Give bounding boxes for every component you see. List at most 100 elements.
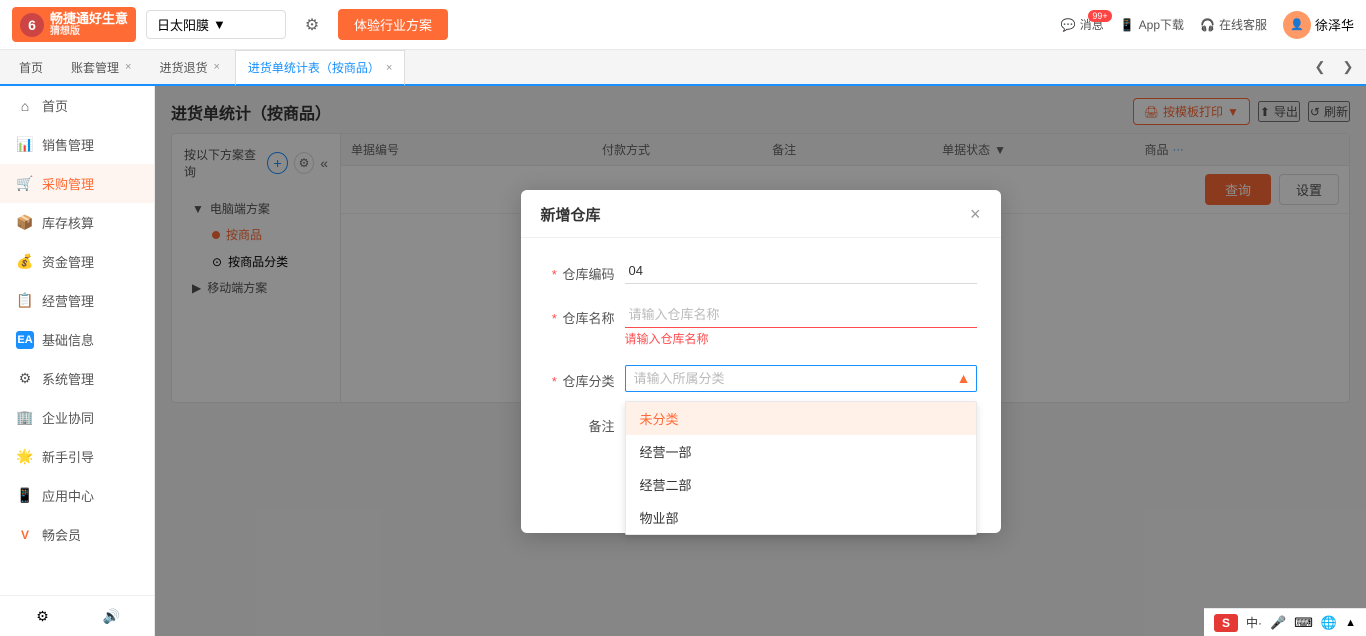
- sidebar-item-guide[interactable]: 🌟 新手引导: [0, 437, 154, 476]
- tab-account-close-icon[interactable]: ×: [125, 61, 131, 73]
- sogou-icon[interactable]: S: [1214, 614, 1238, 632]
- message-button[interactable]: 💬 消息 99+: [1061, 16, 1104, 33]
- remark-label: 备注: [545, 410, 625, 435]
- store-name: 日太阳膜: [157, 15, 209, 34]
- sales-icon: 📊: [16, 136, 34, 154]
- sidebar-finance-label: 资金管理: [42, 252, 94, 271]
- modal-body: * 仓库编码 * 仓库名称: [521, 238, 1001, 474]
- purchase-icon: 🛒: [16, 175, 34, 193]
- sidebar-guide-label: 新手引导: [42, 447, 94, 466]
- name-label: * 仓库名称: [545, 302, 625, 327]
- tab-purchase-return-label: 进货退货: [159, 59, 207, 76]
- tab-next-button[interactable]: ❯: [1336, 55, 1360, 79]
- required-star-code: *: [552, 267, 557, 282]
- logo-area: 6 畅捷通好生意 猜想版: [12, 7, 136, 43]
- user-name: 徐泽华: [1315, 15, 1354, 34]
- category-arrow-icon[interactable]: ▲: [957, 370, 971, 386]
- mic-icon[interactable]: 🎤: [1270, 615, 1286, 631]
- message-icon: 💬: [1061, 18, 1076, 32]
- tab-purchase-return-close-icon[interactable]: ×: [213, 61, 219, 73]
- modal-header: 新增仓库 ×: [521, 190, 1001, 238]
- logo-sub: 猜想版: [50, 26, 128, 38]
- sidebar-item-operation[interactable]: 📋 经营管理: [0, 281, 154, 320]
- category-field: ▲ 未分类 经营一部 经营二部 物业部: [625, 365, 977, 392]
- enterprise-icon: 🏢: [16, 409, 34, 427]
- sidebar-item-inventory[interactable]: 📦 库存核算: [0, 203, 154, 242]
- category-label: * 仓库分类: [545, 365, 625, 390]
- dropdown-item-uncategorized[interactable]: 未分类: [626, 402, 976, 435]
- phone-icon: 📱: [1120, 18, 1135, 32]
- sidebar-item-home[interactable]: ⌂ 首页: [0, 86, 154, 125]
- inventory-icon: 📦: [16, 214, 34, 232]
- guide-icon: 🌟: [16, 448, 34, 466]
- system-icon: ⚙: [16, 370, 34, 388]
- dropdown-item-property[interactable]: 物业部: [626, 501, 976, 534]
- sidebar-item-sales[interactable]: 📊 销售管理: [0, 125, 154, 164]
- content-area: 进货单统计（按商品） 🖨 按模板打印 ▼ ⬆ 导出 ↺ 刷新: [155, 86, 1366, 636]
- code-label: * 仓库编码: [545, 258, 625, 283]
- keyboard-icon[interactable]: ⌨: [1294, 615, 1313, 631]
- tab-actions: ❮ ❯: [1308, 55, 1360, 79]
- finance-icon: 💰: [16, 253, 34, 271]
- required-star-category: *: [552, 374, 557, 389]
- modal-overlay: 新增仓库 × * 仓库编码: [155, 86, 1366, 636]
- sidebar-home-label: 首页: [42, 96, 68, 115]
- tab-bar: 首页 账套管理 × 进货退货 × 进货单统计表（按商品） × ❮ ❯: [0, 50, 1366, 86]
- sidebar-operation-label: 经营管理: [42, 291, 94, 310]
- trial-button[interactable]: 体验行业方案: [338, 9, 448, 40]
- sidebar-item-finance[interactable]: 💰 资金管理: [0, 242, 154, 281]
- main-layout: ⌂ 首页 📊 销售管理 🛒 采购管理 📦 库存核算 💰 资金管理 📋 经营管理 …: [0, 86, 1366, 636]
- modal-close-button[interactable]: ×: [970, 204, 981, 225]
- required-star-name: *: [552, 311, 557, 326]
- store-selector[interactable]: 日太阳膜 ▼: [146, 10, 286, 39]
- tab-prev-button[interactable]: ❮: [1308, 55, 1332, 79]
- sidebar-item-enterprise[interactable]: 🏢 企业协同: [0, 398, 154, 437]
- sidebar-item-vip[interactable]: V 畅会员: [0, 515, 154, 554]
- warehouse-category-input[interactable]: [625, 365, 977, 392]
- tab-home-label: 首页: [19, 59, 43, 76]
- user-avatar-button[interactable]: 👤 徐泽华: [1283, 11, 1354, 39]
- online-service-button[interactable]: 🎧 在线客服: [1200, 16, 1267, 33]
- form-row-category: * 仓库分类 ▲ 未分类 经营一部 经营二部 物业部: [545, 365, 977, 392]
- basic-info-icon: EA: [16, 331, 34, 349]
- sidebar-purchase-label: 采购管理: [42, 174, 94, 193]
- header-right: 💬 消息 99+ 📱 App下载 🎧 在线客服 👤 徐泽华: [1061, 11, 1354, 39]
- sidebar: ⌂ 首页 📊 销售管理 🛒 采购管理 📦 库存核算 💰 资金管理 📋 经营管理 …: [0, 86, 155, 636]
- sidebar-basic-info-label: 基础信息: [42, 330, 94, 349]
- sidebar-bottom: ⚙ 🔊: [0, 595, 154, 636]
- sidebar-item-purchase[interactable]: 🛒 采购管理: [0, 164, 154, 203]
- sidebar-volume-icon[interactable]: 🔊: [100, 604, 124, 628]
- tab-account-label: 账套管理: [71, 59, 119, 76]
- modal-new-warehouse: 新增仓库 × * 仓库编码: [521, 190, 1001, 533]
- settings-button[interactable]: ⚙: [296, 9, 328, 41]
- dropdown-item-ops2[interactable]: 经营二部: [626, 468, 976, 501]
- app-download-button[interactable]: 📱 App下载: [1120, 16, 1184, 33]
- tab-purchase-stat[interactable]: 进货单统计表（按商品） ×: [235, 50, 405, 86]
- form-row-code: * 仓库编码: [545, 258, 977, 284]
- warehouse-name-input[interactable]: [625, 302, 977, 328]
- headset-icon: 🎧: [1200, 18, 1215, 32]
- sidebar-item-system[interactable]: ⚙ 系统管理: [0, 359, 154, 398]
- sidebar-item-basic-info[interactable]: EA 基础信息: [0, 320, 154, 359]
- app-download-label: App下载: [1139, 16, 1184, 33]
- warehouse-code-input[interactable]: [625, 258, 977, 284]
- name-row-inner: * 仓库名称: [545, 302, 977, 328]
- name-error-message: 请输入仓库名称: [545, 330, 709, 347]
- dropdown-item-ops1[interactable]: 经营一部: [626, 435, 976, 468]
- top-header: 6 畅捷通好生意 猜想版 日太阳膜 ▼ ⚙ 体验行业方案 💬 消息 99+ 📱 …: [0, 0, 1366, 50]
- settings-tray-icon[interactable]: ▲: [1345, 617, 1356, 629]
- tab-purchase-return[interactable]: 进货退货 ×: [146, 49, 232, 85]
- store-dropdown-icon: ▼: [213, 17, 226, 32]
- tab-purchase-stat-label: 进货单统计表（按商品）: [248, 59, 380, 76]
- tab-account[interactable]: 账套管理 ×: [58, 49, 144, 85]
- tab-home[interactable]: 首页: [6, 49, 56, 85]
- sidebar-item-app-center[interactable]: 📱 应用中心: [0, 476, 154, 515]
- sidebar-settings-icon[interactable]: ⚙: [31, 604, 55, 628]
- sidebar-sales-label: 销售管理: [42, 135, 94, 154]
- logo-main: 畅捷通好生意: [50, 11, 128, 27]
- form-row-name: * 仓库名称 请输入仓库名称: [545, 302, 977, 347]
- tab-purchase-stat-close-icon[interactable]: ×: [386, 62, 392, 74]
- ime-cn-label[interactable]: 中·: [1246, 614, 1262, 631]
- language-icon[interactable]: 🌐: [1321, 615, 1337, 631]
- logo-icon: 6: [20, 13, 44, 37]
